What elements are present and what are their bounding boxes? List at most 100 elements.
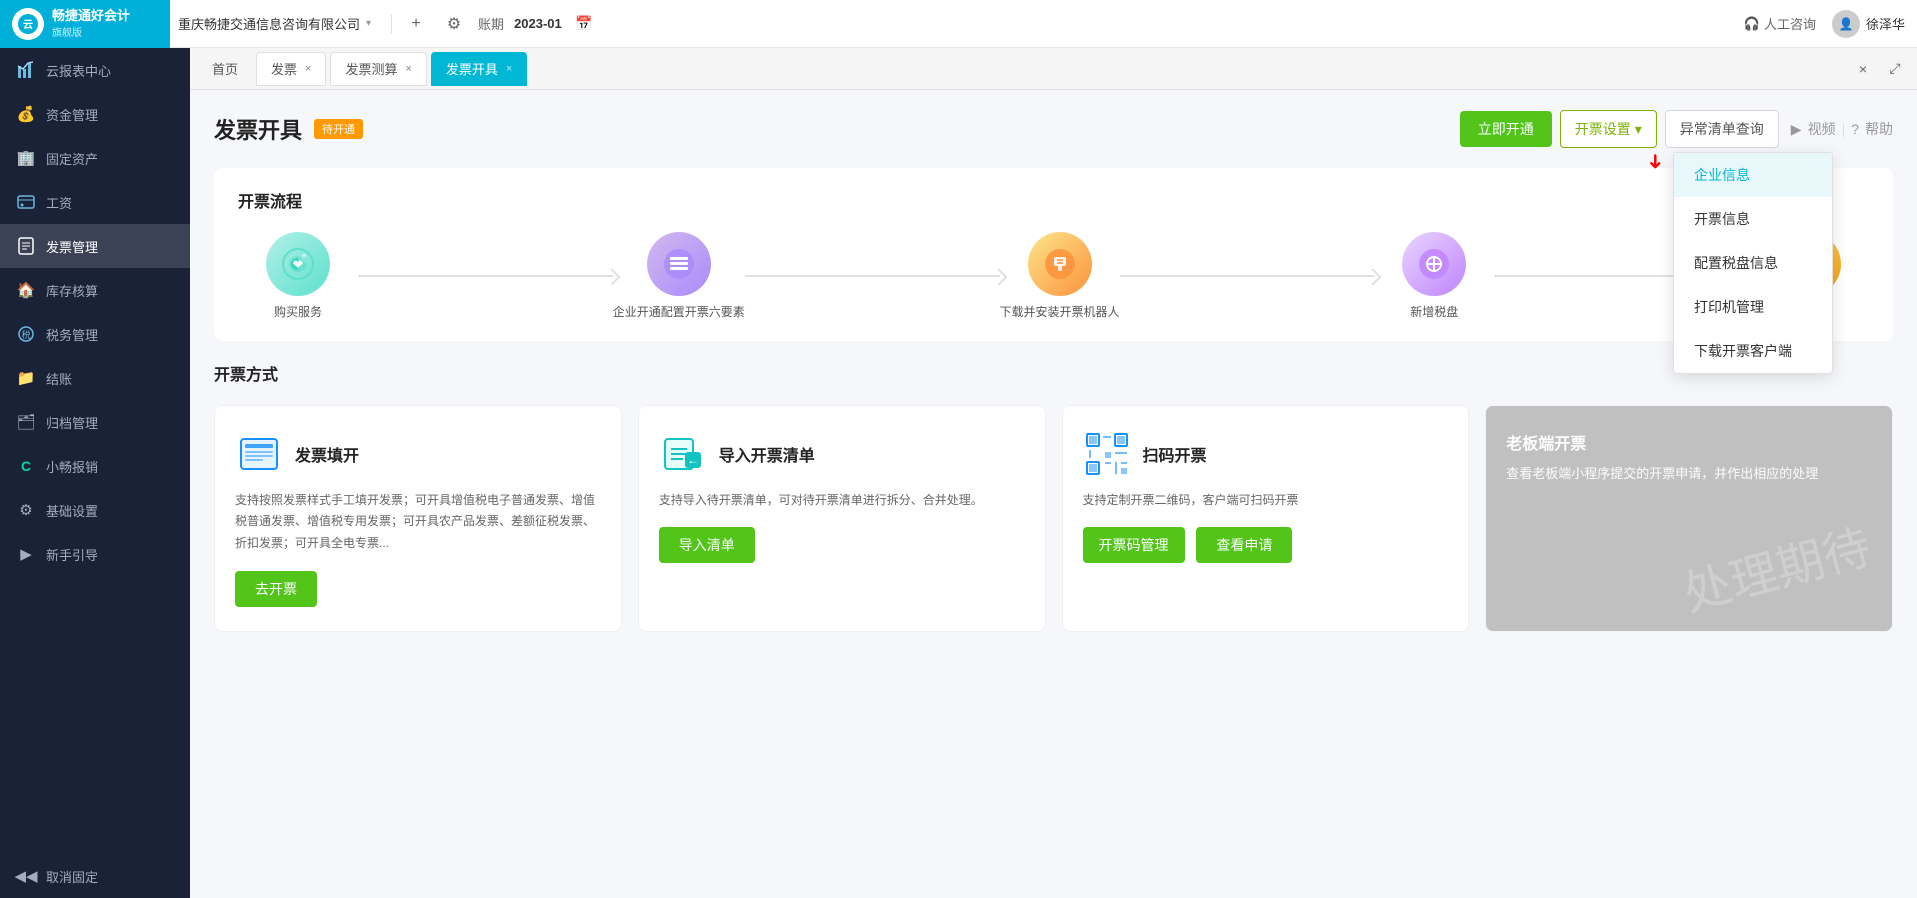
tab-invoice-calc[interactable]: 发票测算 × (330, 52, 426, 86)
sidebar-bottom: ◀◀ 取消固定 (0, 854, 190, 898)
method-btn-import[interactable]: 导入清单 (659, 527, 755, 563)
tab-home[interactable]: 首页 (198, 52, 252, 86)
tab-invoice-issue[interactable]: 发票开具 × (431, 52, 527, 86)
sidebar-item-payroll[interactable]: 工资 (0, 180, 190, 224)
top-right-area: 🎧 人工咨询 👤 徐泽华 (1744, 10, 1905, 38)
company-selector[interactable]: 重庆畅捷交通信息咨询有限公司 ▾ (168, 10, 381, 37)
sidebar-item-inventory[interactable]: 🏠 库存核算 (0, 268, 190, 312)
chevron-down-icon: ▾ (1635, 121, 1642, 138)
dropdown-item-invoice-info[interactable]: 开票信息 (1674, 197, 1832, 241)
sidebar-item-expense[interactable]: C 小畅报销 (0, 444, 190, 488)
sidebar-label-payroll: 工资 (46, 193, 174, 212)
step-label-1: 购买服务 (274, 304, 322, 321)
dropdown-label-invoice-info: 开票信息 (1694, 209, 1750, 229)
step-icon-1: ❤ + (266, 232, 330, 296)
help-icon: ? (1851, 121, 1859, 137)
sidebar-label-expense: 小畅报销 (46, 457, 174, 476)
svg-text:税: 税 (21, 329, 30, 340)
calendar-button[interactable]: 📅 (572, 12, 596, 36)
tab-invoice-issue-label: 发票开具 (446, 59, 498, 78)
sidebar-item-guide[interactable]: ▶ 新手引导 (0, 532, 190, 576)
user-name: 徐泽华 (1866, 14, 1905, 33)
method-btn-fill[interactable]: 去开票 (235, 571, 317, 607)
flow-step-2: 企业开通配置开票六要素 (613, 232, 745, 321)
svg-text:云: 云 (23, 19, 33, 31)
content-area: 首页 发票 × 发票测算 × 发票开具 × × ⤢ (190, 48, 1917, 898)
activate-button[interactable]: 立即开通 (1460, 111, 1552, 147)
sidebar-item-reports[interactable]: 云报表中心 (0, 48, 190, 92)
tab-invoice-issue-close[interactable]: × (506, 63, 512, 75)
step-icon-4 (1402, 232, 1466, 296)
sidebar-label-inventory: 库存核算 (46, 281, 174, 300)
consultant-button[interactable]: 🎧 人工咨询 (1744, 14, 1816, 33)
logo-area: 云 畅捷通好会计 旗舰版 (0, 0, 170, 48)
sidebar-item-archive[interactable]: 🗂 归档管理 (0, 400, 190, 444)
tab-invoice[interactable]: 发票 × (256, 52, 326, 86)
separator: | (1842, 121, 1846, 137)
step-label-4: 新增税盘 (1410, 304, 1458, 321)
main-area: 云报表中心 💰 资金管理 🏢 固定资产 工资 发票管理 (0, 48, 1917, 898)
method-title-boss: 老板端开票 (1506, 430, 1872, 454)
sidebar-item-funds[interactable]: 💰 资金管理 (0, 92, 190, 136)
tab-maximize-button[interactable]: ⤢ (1881, 55, 1909, 83)
methods-section-title: 开票方式 (214, 361, 1893, 385)
step-label-2: 企业开通配置开票六要素 (613, 304, 745, 321)
method-desc-import: 支持导入待开票清单，可对待开票清单进行拆分、合并处理。 (659, 490, 1025, 512)
sidebar-item-invoice[interactable]: 发票管理 (0, 224, 190, 268)
play-icon: ▶ (1791, 121, 1802, 138)
settings-sidebar-icon: ⚙ (16, 500, 36, 520)
method-icon-import: ← (659, 430, 707, 478)
logo-icon: 云 (12, 8, 44, 40)
method-title-scan: 扫码开票 (1143, 442, 1207, 466)
sidebar-item-closing[interactable]: 📁 结账 (0, 356, 190, 400)
svg-text:←: ← (687, 453, 699, 467)
user-area[interactable]: 👤 徐泽华 (1832, 10, 1905, 38)
gear-icon: ⚙ (447, 14, 461, 34)
sidebar: 云报表中心 💰 资金管理 🏢 固定资产 工资 发票管理 (0, 48, 190, 898)
method-card-boss: 老板端开票 查看老板端小程序提交的开票申请，并作出相应的处理 处理期待 (1485, 405, 1893, 632)
tab-invoice-label: 发票 (271, 59, 297, 78)
step-connector-3 (1120, 275, 1375, 277)
expense-icon: C (16, 456, 36, 476)
help-label[interactable]: 帮助 (1865, 119, 1893, 139)
page-header-actions: 立即开通 开票设置 ▾ 异常清单查询 ▶ 视频 | ? 帮助 (1460, 110, 1893, 148)
step-icon-3 (1028, 232, 1092, 296)
add-tab-button[interactable]: + (402, 10, 430, 38)
logo-title: 畅捷通好会计 (52, 8, 130, 24)
settings-button[interactable]: ⚙ (440, 10, 468, 38)
dropdown-item-printer[interactable]: 打印机管理 (1674, 285, 1832, 329)
dropdown-label-company: 企业信息 (1694, 165, 1750, 185)
tab-actions: × ⤢ (1849, 55, 1909, 83)
tab-invoice-calc-close[interactable]: × (405, 63, 411, 75)
dropdown-item-company[interactable]: 企业信息 (1674, 153, 1832, 197)
plus-icon: + (411, 15, 420, 33)
tab-close-button[interactable]: × (1849, 55, 1877, 83)
avatar: 👤 (1832, 10, 1860, 38)
payroll-icon (16, 192, 36, 212)
video-label[interactable]: 视频 (1808, 119, 1836, 139)
dropdown-item-download[interactable]: 下载开票客户端 (1674, 329, 1832, 373)
tab-invoice-close[interactable]: × (305, 63, 311, 75)
divider-1 (391, 14, 392, 34)
step-connector-1 (358, 275, 613, 277)
archive-icon: 🗂 (16, 412, 36, 432)
method-card-import: ← 导入开票清单 支持导入待开票清单，可对待开票清单进行拆分、合并处理。 导入清… (638, 405, 1046, 632)
consultant-label: 人工咨询 (1764, 14, 1816, 33)
settings-button[interactable]: 开票设置 ▾ (1560, 110, 1657, 148)
sidebar-label-closing: 结账 (46, 369, 174, 388)
sidebar-item-settings[interactable]: ⚙ 基础设置 (0, 488, 190, 532)
method-btn-scan-view[interactable]: 查看申请 (1196, 527, 1292, 563)
user-icon: 👤 (1839, 17, 1854, 31)
inventory-icon: 🏠 (16, 280, 36, 300)
top-bar: 云 畅捷通好会计 旗舰版 重庆畅捷交通信息咨询有限公司 ▾ + ⚙ 账期 202… (0, 0, 1917, 48)
sidebar-label-invoice: 发票管理 (46, 237, 174, 256)
sidebar-item-assets[interactable]: 🏢 固定资产 (0, 136, 190, 180)
tax-icon: 税 (16, 324, 36, 344)
anomaly-button[interactable]: 异常清单查询 (1665, 110, 1779, 148)
period-value: 2023-01 (514, 16, 562, 31)
dropdown-item-taxdisk[interactable]: 配置税盘信息 (1674, 241, 1832, 285)
sidebar-item-tax[interactable]: 税 税务管理 (0, 312, 190, 356)
method-card-scan: 扫码开票 支持定制开票二维码，客户端可扫码开票 开票码管理 查看申请 (1062, 405, 1470, 632)
method-btn-scan-manage[interactable]: 开票码管理 (1083, 527, 1185, 563)
sidebar-item-cancel[interactable]: ◀◀ 取消固定 (0, 854, 190, 898)
